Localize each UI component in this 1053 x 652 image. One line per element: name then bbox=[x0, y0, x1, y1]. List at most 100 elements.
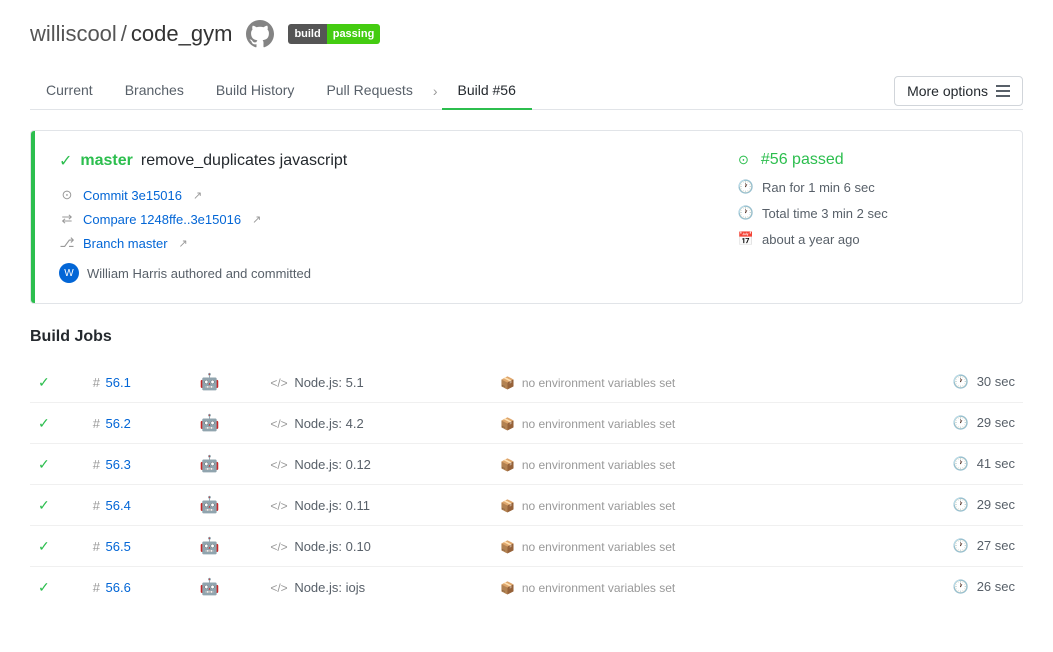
job-language-cell: </> Node.js: 4.2 bbox=[262, 403, 492, 444]
job-hash-icon: # bbox=[93, 457, 100, 472]
job-env-icon: 📦 bbox=[500, 458, 515, 472]
more-options-button[interactable]: More options bbox=[894, 76, 1023, 106]
job-id-cell: # 56.3 bbox=[85, 444, 192, 485]
build-card-inner: ✓ master remove_duplicates javascript ⊙ … bbox=[31, 131, 1022, 303]
compare-icon: ⇄ bbox=[59, 211, 75, 227]
total-time-row: 🕐 Total time 3 min 2 sec bbox=[738, 205, 998, 221]
job-icon-cell: 🤖 bbox=[192, 403, 263, 444]
job-time-text: 29 sec bbox=[977, 497, 1015, 512]
commit-hash-link[interactable]: Commit 3e15016 bbox=[83, 188, 182, 203]
job-check-icon: ✓ bbox=[38, 497, 50, 513]
job-number-link[interactable]: 56.4 bbox=[106, 498, 131, 513]
compare-link[interactable]: Compare 1248ffe..3e15016 bbox=[83, 212, 241, 227]
job-clock-icon: 🕐 bbox=[953, 579, 969, 594]
job-env-icon: 📦 bbox=[500, 540, 515, 554]
job-robot-icon: 🤖 bbox=[200, 579, 220, 596]
job-number-link[interactable]: 56.6 bbox=[106, 580, 131, 595]
repo-name: code_gym bbox=[131, 21, 233, 46]
job-number-link[interactable]: 56.5 bbox=[106, 539, 131, 554]
page-container: williscool/code_gym build passing Curren… bbox=[0, 0, 1053, 652]
job-env-text: no environment variables set bbox=[522, 499, 675, 513]
nav-branches[interactable]: Branches bbox=[109, 72, 200, 110]
job-env-cell: 📦 no environment variables set bbox=[492, 362, 869, 403]
job-check-icon: ✓ bbox=[38, 579, 50, 595]
github-icon bbox=[246, 20, 274, 48]
job-number-link[interactable]: 56.2 bbox=[106, 416, 131, 431]
job-time-text: 26 sec bbox=[977, 579, 1015, 594]
job-env-icon: 📦 bbox=[500, 581, 515, 595]
job-env-cell: 📦 no environment variables set bbox=[492, 567, 869, 608]
job-language-cell: </> Node.js: 0.12 bbox=[262, 444, 492, 485]
nav-build-history[interactable]: Build History bbox=[200, 72, 311, 110]
job-robot-icon: 🤖 bbox=[200, 456, 220, 473]
job-time-text: 29 sec bbox=[977, 415, 1015, 430]
job-time-cell: 🕐 27 sec bbox=[869, 526, 1023, 567]
author-row: W William Harris authored and committed bbox=[59, 263, 698, 283]
nav-pull-requests[interactable]: Pull Requests bbox=[310, 72, 428, 110]
job-env-icon: 📦 bbox=[500, 417, 515, 431]
job-time-cell: 🕐 29 sec bbox=[869, 485, 1023, 526]
passed-icon: ⊙ bbox=[738, 152, 749, 168]
job-time-text: 27 sec bbox=[977, 538, 1015, 553]
job-number-link[interactable]: 56.1 bbox=[106, 375, 131, 390]
job-language-text: Node.js: 0.11 bbox=[294, 498, 370, 513]
job-language-cell: </> Node.js: 0.10 bbox=[262, 526, 492, 567]
job-env-icon: 📦 bbox=[500, 376, 515, 390]
job-code-icon: </> bbox=[270, 540, 287, 554]
build-commit-msg: remove_duplicates javascript bbox=[141, 152, 347, 170]
commit-hash-row: ⊙ Commit 3e15016 ↗ bbox=[59, 187, 698, 203]
job-language-text: Node.js: iojs bbox=[294, 580, 365, 595]
job-code-icon: </> bbox=[270, 376, 287, 390]
job-env-cell: 📦 no environment variables set bbox=[492, 403, 869, 444]
job-number-link[interactable]: 56.3 bbox=[106, 457, 131, 472]
job-language-cell: </> Node.js: 5.1 bbox=[262, 362, 492, 403]
nav-build56[interactable]: Build #56 bbox=[442, 72, 532, 110]
job-time-text: 30 sec bbox=[977, 374, 1015, 389]
nav-current[interactable]: Current bbox=[30, 72, 109, 110]
job-icon-cell: 🤖 bbox=[192, 485, 263, 526]
job-robot-icon: 🤖 bbox=[200, 415, 220, 432]
job-code-icon: </> bbox=[270, 499, 287, 513]
table-row: ✓ # 56.5 🤖 </> Node.js: 0.10 📦 no enviro… bbox=[30, 526, 1023, 567]
job-language-text: Node.js: 0.12 bbox=[294, 457, 371, 472]
job-clock-icon: 🕐 bbox=[953, 374, 969, 389]
job-time-cell: 🕐 30 sec bbox=[869, 362, 1023, 403]
job-id-cell: # 56.4 bbox=[85, 485, 192, 526]
build-right: ⊙ #56 passed 🕐 Ran for 1 min 6 sec 🕐 Tot… bbox=[738, 151, 998, 283]
badge-status-label: passing bbox=[327, 24, 381, 44]
job-check-icon: ✓ bbox=[38, 456, 50, 472]
job-env-cell: 📦 no environment variables set bbox=[492, 444, 869, 485]
passed-row: ⊙ #56 passed bbox=[738, 151, 998, 169]
build-jobs-title: Build Jobs bbox=[30, 328, 1023, 346]
job-code-icon: </> bbox=[270, 417, 287, 431]
job-language-text: Node.js: 4.2 bbox=[294, 416, 363, 431]
badge-build-label: build bbox=[288, 24, 326, 44]
job-time-cell: 🕐 26 sec bbox=[869, 567, 1023, 608]
job-time-cell: 🕐 41 sec bbox=[869, 444, 1023, 485]
table-row: ✓ # 56.1 🤖 </> Node.js: 5.1 📦 no environ… bbox=[30, 362, 1023, 403]
ran-for-row: 🕐 Ran for 1 min 6 sec bbox=[738, 179, 998, 195]
hamburger-icon bbox=[996, 85, 1010, 97]
repo-title: williscool/code_gym bbox=[30, 21, 232, 47]
build-card: ✓ master remove_duplicates javascript ⊙ … bbox=[30, 130, 1023, 304]
job-robot-icon: 🤖 bbox=[200, 497, 220, 514]
repo-header: williscool/code_gym build passing bbox=[30, 20, 1023, 48]
job-hash-icon: # bbox=[93, 498, 100, 513]
job-code-icon: </> bbox=[270, 581, 287, 595]
clock-icon-1: 🕐 bbox=[738, 179, 754, 195]
job-env-text: no environment variables set bbox=[522, 376, 675, 390]
job-status-cell: ✓ bbox=[30, 444, 85, 485]
repo-owner: williscool bbox=[30, 21, 117, 46]
job-icon-cell: 🤖 bbox=[192, 526, 263, 567]
job-clock-icon: 🕐 bbox=[953, 415, 969, 430]
build-badge: build passing bbox=[288, 24, 380, 44]
table-row: ✓ # 56.4 🤖 </> Node.js: 0.11 📦 no enviro… bbox=[30, 485, 1023, 526]
job-language-text: Node.js: 0.10 bbox=[294, 539, 371, 554]
build-branch[interactable]: master bbox=[80, 152, 132, 170]
timestamp-text: about a year ago bbox=[762, 232, 860, 247]
job-env-text: no environment variables set bbox=[522, 458, 675, 472]
build-jobs-section: Build Jobs ✓ # 56.1 🤖 </> Node.js: 5.1 📦… bbox=[30, 328, 1023, 607]
branch-link[interactable]: Branch master bbox=[83, 236, 168, 251]
job-clock-icon: 🕐 bbox=[953, 497, 969, 512]
compare-row: ⇄ Compare 1248ffe..3e15016 ↗ bbox=[59, 211, 698, 227]
